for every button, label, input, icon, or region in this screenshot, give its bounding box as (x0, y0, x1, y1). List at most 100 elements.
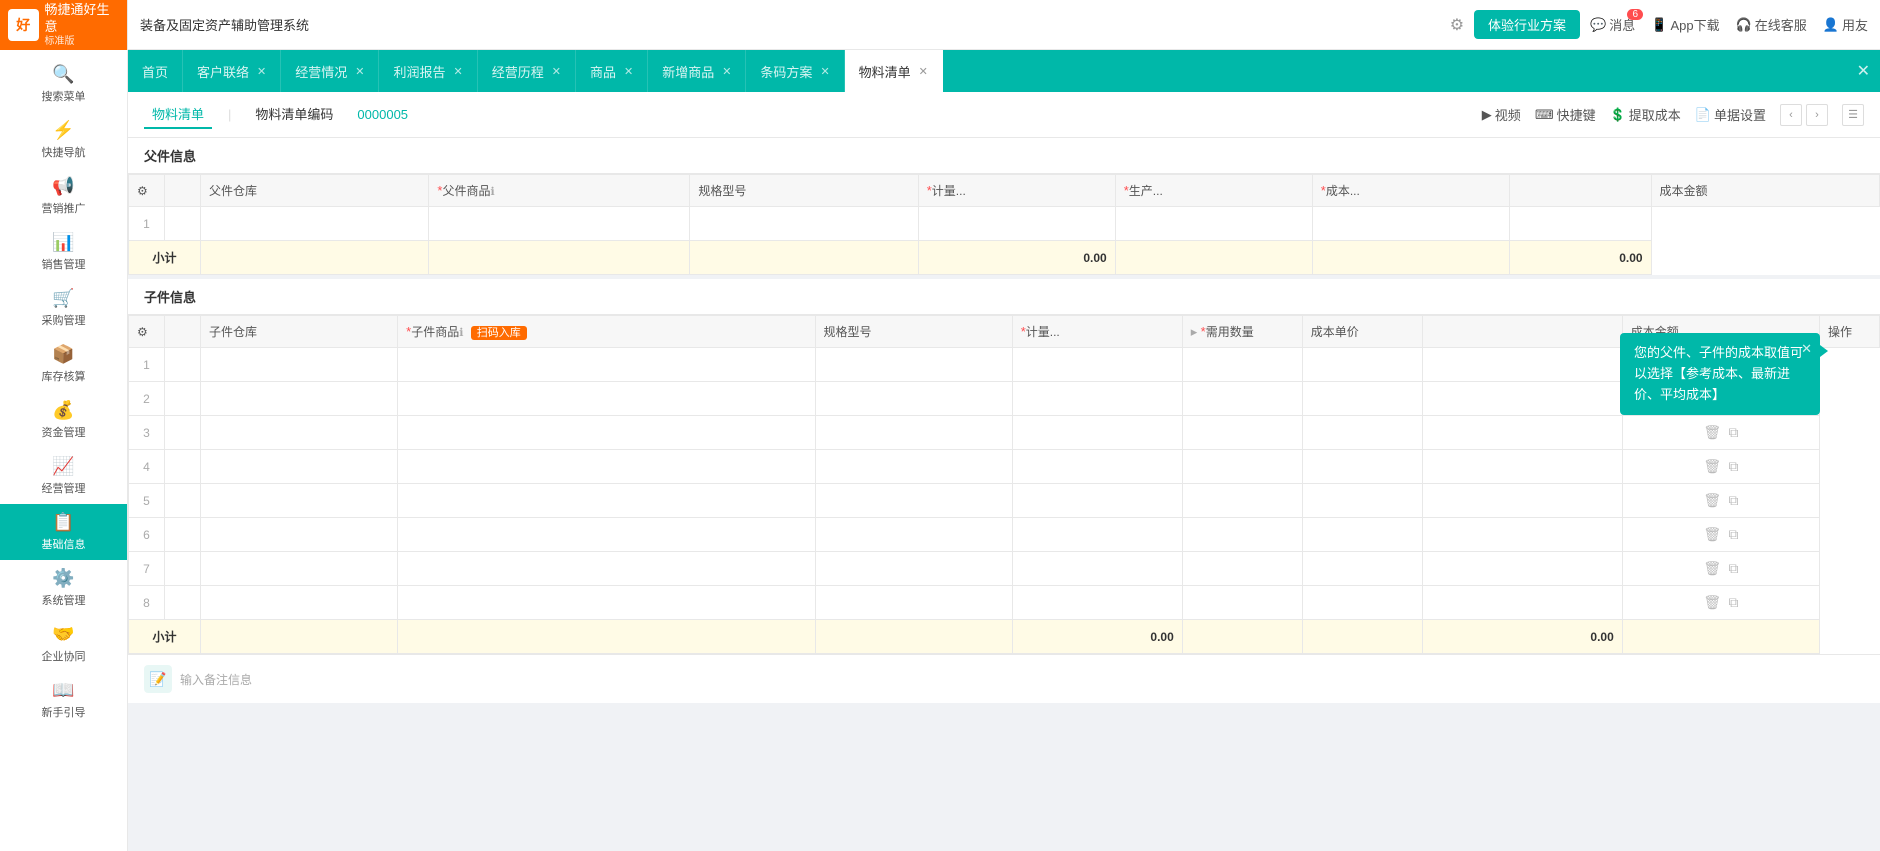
nav-tab-close-barcode[interactable]: ✕ (820, 65, 829, 78)
child-row-8-empty[interactable] (1302, 586, 1422, 620)
child-row-7-unit[interactable] (815, 552, 1012, 586)
sidebar-item-sales[interactable]: 📊 销售管理 (0, 224, 127, 280)
child-row-4-product[interactable] (201, 450, 398, 484)
child-row-8-unit-cost[interactable] (1182, 586, 1302, 620)
child-th-settings[interactable]: ⚙ (129, 316, 165, 348)
child-row-2-spec[interactable] (398, 382, 815, 416)
next-arrow[interactable]: › (1806, 104, 1828, 126)
cost-tool[interactable]: 💲 提取成本 (1610, 105, 1681, 124)
child-row-4-spec[interactable] (398, 450, 815, 484)
child-row-1-unit[interactable] (815, 348, 1012, 382)
child-row-2-unit-cost[interactable] (1182, 382, 1302, 416)
copy-icon-row-5[interactable]: ⧉ (1728, 492, 1738, 508)
child-row-8-unit[interactable] (815, 586, 1012, 620)
message-button[interactable]: 💬 消息 6 (1590, 15, 1635, 34)
settings-tool[interactable]: 📄 单据设置 (1695, 105, 1766, 124)
child-row-6-qty[interactable] (1012, 518, 1182, 552)
child-row-7-amount[interactable] (1422, 552, 1622, 586)
tab-bom-list[interactable]: 物料清单 (144, 100, 212, 129)
sidebar-item-inventory[interactable]: 📦 库存核算 (0, 336, 127, 392)
nav-tab-close-bom[interactable]: ✕ (919, 65, 928, 78)
child-row-6-empty[interactable] (1302, 518, 1422, 552)
sidebar-item-finance[interactable]: 💰 资金管理 (0, 392, 127, 448)
online-service-button[interactable]: 🎧 在线客服 (1736, 15, 1807, 34)
child-row-7-product[interactable] (201, 552, 398, 586)
child-row-3-qty[interactable] (1012, 416, 1182, 450)
child-row-6-warehouse[interactable] (165, 518, 201, 552)
child-row-3-unit[interactable] (815, 416, 1012, 450)
child-row-2-amount[interactable] (1422, 382, 1622, 416)
parent-row-1-col4[interactable] (690, 207, 918, 241)
child-row-8-amount[interactable] (1422, 586, 1622, 620)
child-row-1-qty[interactable] (1012, 348, 1182, 382)
sidebar-item-enterprise[interactable]: 🤝 企业协同 (0, 616, 127, 672)
child-row-1-empty[interactable] (1302, 348, 1422, 382)
child-row-4-qty[interactable] (1012, 450, 1182, 484)
child-row-3-product[interactable] (201, 416, 398, 450)
sidebar-item-guide[interactable]: 📖 新手引导 (0, 672, 127, 728)
app-download-button[interactable]: 📱 App下载 (1651, 15, 1719, 34)
video-tool[interactable]: ▶ 视频 (1482, 105, 1521, 124)
user-button[interactable]: 👤 用友 (1823, 15, 1868, 34)
sidebar-item-business[interactable]: 📈 经营管理 (0, 448, 127, 504)
copy-icon-row-8[interactable]: ⧉ (1728, 594, 1738, 610)
child-row-4-empty[interactable] (1302, 450, 1422, 484)
grid-view-button[interactable]: ☰ (1842, 104, 1864, 126)
child-row-3-empty[interactable] (1302, 416, 1422, 450)
nav-tab-bom[interactable]: 物料清单✕ (845, 50, 943, 92)
child-row-4-amount[interactable] (1422, 450, 1622, 484)
delete-icon-row-6[interactable]: 🗑 (1703, 526, 1721, 542)
nav-tab-operations[interactable]: 经营情况✕ (281, 50, 379, 92)
child-row-1-spec[interactable] (398, 348, 815, 382)
nav-tab-close-customer[interactable]: ✕ (257, 65, 266, 78)
child-row-6-unit-cost[interactable] (1182, 518, 1302, 552)
parent-th-settings[interactable]: ⚙ (129, 175, 165, 207)
child-row-2-product[interactable] (201, 382, 398, 416)
copy-icon-row-3[interactable]: ⧉ (1728, 424, 1738, 440)
parent-row-1-col1[interactable] (165, 207, 201, 241)
nav-tab-home[interactable]: 首页 (128, 50, 183, 92)
delete-icon-row-3[interactable]: 🗑 (1703, 424, 1721, 440)
scan-badge[interactable]: 扫码入库 (471, 326, 527, 340)
child-row-5-product[interactable] (201, 484, 398, 518)
child-row-8-product[interactable] (201, 586, 398, 620)
child-row-6-unit[interactable] (815, 518, 1012, 552)
nav-tab-new_product[interactable]: 新增商品✕ (648, 50, 746, 92)
sidebar-item-basic[interactable]: 📋 基础信息 (0, 504, 127, 560)
child-row-5-unit-cost[interactable] (1182, 484, 1302, 518)
trial-button[interactable]: 体验行业方案 (1474, 10, 1580, 39)
delete-icon-row-7[interactable]: 🗑 (1703, 560, 1721, 576)
child-row-7-empty[interactable] (1302, 552, 1422, 586)
child-row-2-unit[interactable] (815, 382, 1012, 416)
child-row-6-spec[interactable] (398, 518, 815, 552)
child-row-7-qty[interactable] (1012, 552, 1182, 586)
sidebar-item-purchase[interactable]: 🛒 采购管理 (0, 280, 127, 336)
sidebar-item-quick-nav[interactable]: ⚡ 快捷导航 (0, 112, 127, 168)
nav-tab-customer[interactable]: 客户联络✕ (183, 50, 281, 92)
child-row-3-warehouse[interactable] (165, 416, 201, 450)
sidebar-item-search[interactable]: 🔍 搜索菜单 (0, 56, 127, 112)
child-row-3-spec[interactable] (398, 416, 815, 450)
nav-close-all-btn[interactable]: ✕ (1847, 61, 1880, 81)
delete-icon-row-8[interactable]: 🗑 (1703, 594, 1721, 610)
child-row-2-qty[interactable] (1012, 382, 1182, 416)
nav-tab-history[interactable]: 经营历程✕ (478, 50, 576, 92)
settings-icon[interactable]: ⚙ (1450, 15, 1464, 35)
delete-icon-row-4[interactable]: 🗑 (1703, 458, 1721, 474)
child-row-4-warehouse[interactable] (165, 450, 201, 484)
nav-tab-close-profit[interactable]: ✕ (454, 65, 463, 78)
child-row-1-warehouse[interactable] (165, 348, 201, 382)
prev-arrow[interactable]: ‹ (1780, 104, 1802, 126)
child-row-4-unit[interactable] (815, 450, 1012, 484)
sidebar-item-marketing[interactable]: 📢 营销推广 (0, 168, 127, 224)
child-row-5-amount[interactable] (1422, 484, 1622, 518)
parent-row-1-col2[interactable] (201, 207, 429, 241)
delete-icon-row-5[interactable]: 🗑 (1703, 492, 1721, 508)
child-row-5-unit[interactable] (815, 484, 1012, 518)
parent-row-1-col7[interactable] (1312, 207, 1509, 241)
copy-icon-row-4[interactable]: ⧉ (1728, 458, 1738, 474)
child-row-5-spec[interactable] (398, 484, 815, 518)
nav-tab-close-operations[interactable]: ✕ (355, 65, 364, 78)
nav-tab-profit[interactable]: 利润报告✕ (379, 50, 477, 92)
note-icon-btn[interactable]: 📝 (144, 665, 172, 693)
